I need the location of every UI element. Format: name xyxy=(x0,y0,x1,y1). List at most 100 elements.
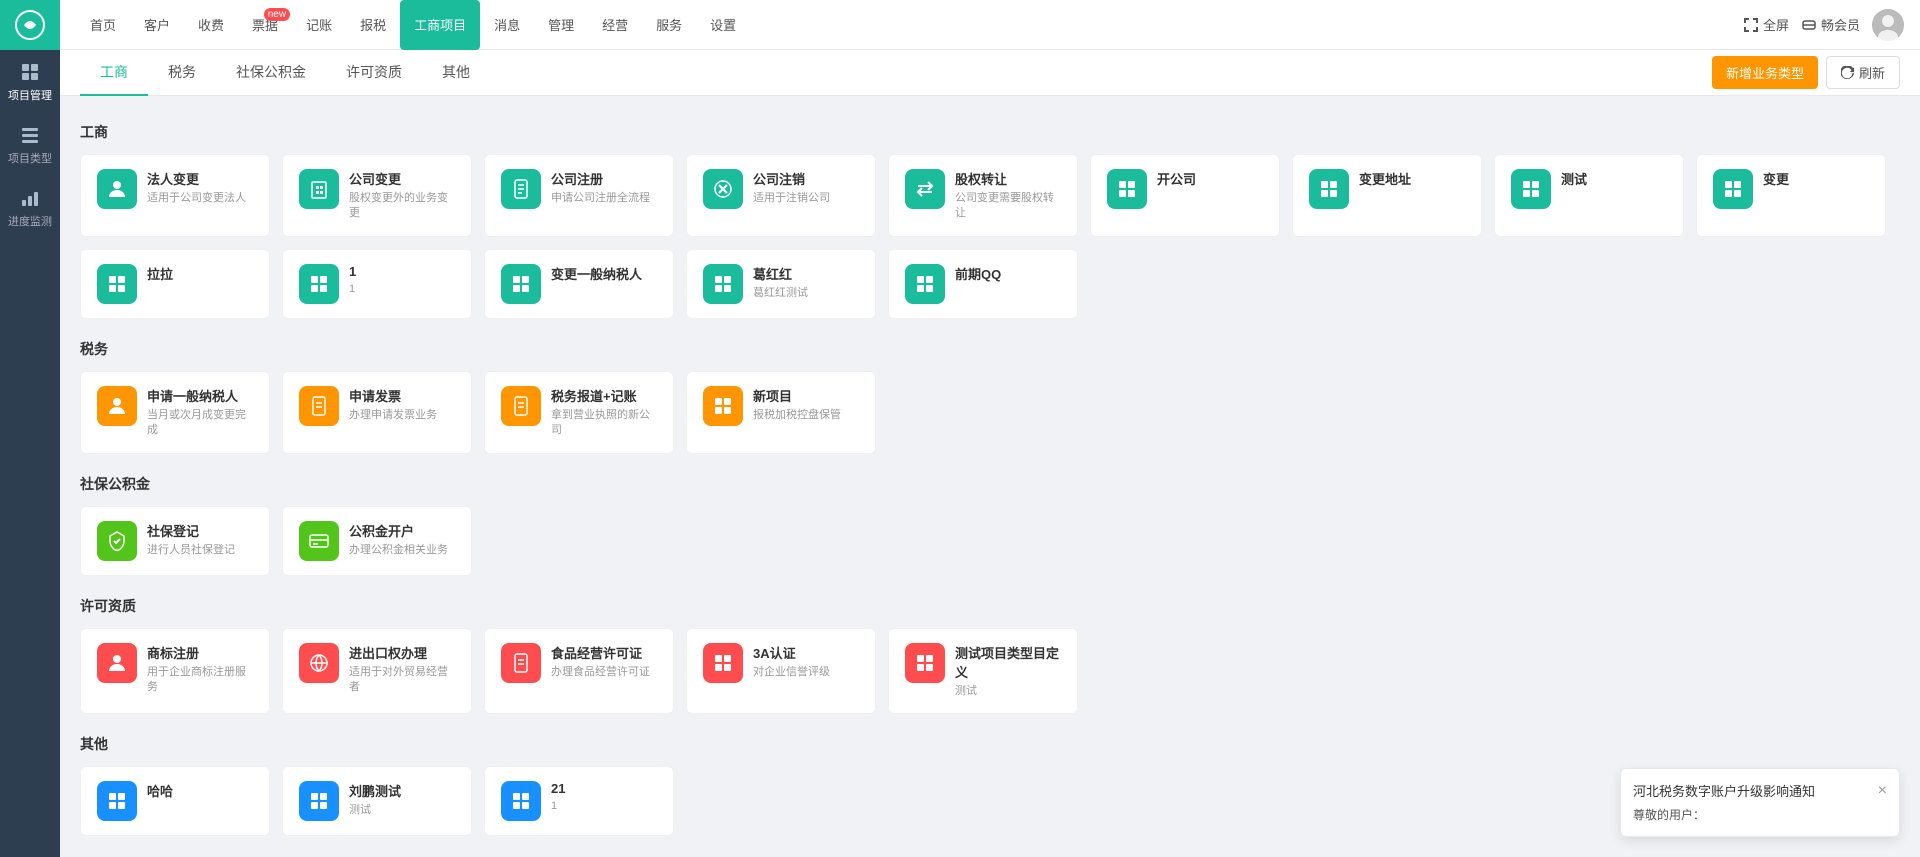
nav-settings[interactable]: 设置 xyxy=(696,0,750,50)
service-card-3a-cert[interactable]: 3A认证 对企业信誉评级 xyxy=(686,628,876,714)
service-card-test[interactable]: 测试 xyxy=(1494,154,1684,237)
card-title-num1: 1 xyxy=(349,264,455,279)
tab-other[interactable]: 其他 xyxy=(422,50,490,96)
invoice-badge: new xyxy=(264,8,290,21)
service-card-company-register[interactable]: 公司注册 申请公司注册全流程 xyxy=(484,154,674,237)
service-card-company-change[interactable]: 公司变更 股权变更外的业务变更 xyxy=(282,154,472,237)
tab-xuke[interactable]: 许可资质 xyxy=(326,50,422,96)
card-icon-social-register xyxy=(97,521,137,561)
service-card-open-company[interactable]: 开公司 xyxy=(1090,154,1280,237)
sidebar-item-progress-monitor[interactable]: 进度监测 xyxy=(0,176,60,239)
sidebar-item-project-type[interactable]: 项目类型 xyxy=(0,113,60,176)
card-desc-apply-invoice: 办理申请发票业务 xyxy=(349,408,455,423)
card-icon-gehonghong xyxy=(703,264,743,304)
service-card-change-taxpayer[interactable]: 变更一般纳税人 xyxy=(484,249,674,319)
service-card-equity-transfer[interactable]: 股权转让 公司变更需要股权转让 xyxy=(888,154,1078,237)
nav-customer[interactable]: 客户 xyxy=(130,0,184,50)
tab-shebao[interactable]: 社保公积金 xyxy=(216,50,326,96)
service-card-lala[interactable]: 拉拉 xyxy=(80,249,270,319)
new-type-button[interactable]: 新增业务类型 xyxy=(1712,56,1818,89)
notification-close-button[interactable]: × xyxy=(1878,782,1887,800)
section-xuke-title: 许可资质 xyxy=(80,596,1900,616)
tab-gongshang[interactable]: 工商 xyxy=(80,50,148,96)
service-card-import-export[interactable]: 进出口权办理 适用于对外贸易经营者 xyxy=(282,628,472,714)
card-icon-test-type xyxy=(905,643,945,683)
nav-message[interactable]: 消息 xyxy=(480,0,534,50)
card-desc-new-project: 报税加税控盘保管 xyxy=(753,408,859,423)
service-card-tax-report-acc[interactable]: 税务报道+记账 拿到营业执照的新公司 xyxy=(484,371,674,454)
card-title-test-type: 测试项目类型目定义 xyxy=(955,643,1061,681)
card-icon-test xyxy=(1511,169,1551,209)
card-icon-apply-invoice xyxy=(299,386,339,426)
card-title-haha: 哈哈 xyxy=(147,781,253,800)
card-title-liupeng-test: 刘鹏测试 xyxy=(349,781,455,800)
nav-bizreg[interactable]: 工商项目 xyxy=(400,0,480,50)
card-title-open-company: 开公司 xyxy=(1157,169,1263,188)
card-title-change: 变更 xyxy=(1763,169,1869,188)
card-desc-fund-open: 办理公积金相关业务 xyxy=(349,543,455,558)
card-title-food-permit: 食品经营许可证 xyxy=(551,643,657,662)
sidebar: 项目管理 项目类型 进度监测 xyxy=(0,0,60,857)
service-card-company-cancel[interactable]: 公司注销 适用于注销公司 xyxy=(686,154,876,237)
nav-home[interactable]: 首页 xyxy=(76,0,130,50)
card-title-new-project: 新项目 xyxy=(753,386,859,405)
card-icon-num21 xyxy=(501,781,541,821)
service-card-trademark[interactable]: 商标注册 用于企业商标注册服务 xyxy=(80,628,270,714)
card-icon-fund-open xyxy=(299,521,339,561)
tab-shuiwu[interactable]: 税务 xyxy=(148,50,216,96)
service-card-haha[interactable]: 哈哈 xyxy=(80,766,270,836)
avatar[interactable] xyxy=(1872,9,1904,41)
card-title-num21: 21 xyxy=(551,781,657,796)
card-icon-liupeng-test xyxy=(299,781,339,821)
service-card-qianqi-qq[interactable]: 前期QQ xyxy=(888,249,1078,319)
member-btn[interactable]: 畅会员 xyxy=(1801,15,1860,34)
shuiwu-cards: 申请一般纳税人 当月或次月成变更完成 申请发票 办理申请发票业务 税务报道+记账… xyxy=(80,371,1900,454)
service-card-food-permit[interactable]: 食品经营许可证 办理食品经营许可证 xyxy=(484,628,674,714)
service-card-num1[interactable]: 1 1 xyxy=(282,249,472,319)
nav-service[interactable]: 服务 xyxy=(642,0,696,50)
nav-manage[interactable]: 管理 xyxy=(534,0,588,50)
sidebar-item-project-mgmt[interactable]: 项目管理 xyxy=(0,50,60,113)
service-card-new-project[interactable]: 新项目 报税加税控盘保管 xyxy=(686,371,876,454)
member-label: 畅会员 xyxy=(1821,15,1860,34)
service-card-gehonghong[interactable]: 葛红红 葛红红测试 xyxy=(686,249,876,319)
card-desc-equity-transfer: 公司变更需要股权转让 xyxy=(955,191,1061,222)
service-card-liupeng-test[interactable]: 刘鹏测试 测试 xyxy=(282,766,472,836)
fullscreen-btn[interactable]: 全屏 xyxy=(1743,15,1789,34)
card-icon-company-change xyxy=(299,169,339,209)
card-title-company-register: 公司注册 xyxy=(551,169,657,188)
card-desc-liupeng-test: 测试 xyxy=(349,803,455,818)
nav-accounting[interactable]: 记账 xyxy=(292,0,346,50)
grid-icon xyxy=(18,60,42,84)
card-title-trademark: 商标注册 xyxy=(147,643,253,662)
card-title-company-change: 公司变更 xyxy=(349,169,455,188)
card-icon-equity-transfer xyxy=(905,169,945,209)
nav-operation[interactable]: 经营 xyxy=(588,0,642,50)
sub-content: 工商 税务 社保公积金 许可资质 其他 新增业务类型 刷新 工商 xyxy=(60,50,1920,857)
content-area: 工商 税务 社保公积金 许可资质 其他 新增业务类型 刷新 工商 xyxy=(60,50,1920,857)
card-title-import-export: 进出口权办理 xyxy=(349,643,455,662)
notification-header: 河北税务数字账户升级影响通知 × xyxy=(1633,781,1887,800)
nav-tax[interactable]: 报税 xyxy=(346,0,400,50)
refresh-button[interactable]: 刷新 xyxy=(1826,56,1900,89)
card-desc-trademark: 用于企业商标注册服务 xyxy=(147,665,253,696)
nav-billing[interactable]: 收费 xyxy=(184,0,238,50)
card-title-equity-transfer: 股权转让 xyxy=(955,169,1061,188)
service-card-legal-change[interactable]: 法人变更 适用于公司变更法人 xyxy=(80,154,270,237)
nav-invoice[interactable]: 票据 new xyxy=(238,0,292,50)
service-card-num21[interactable]: 21 1 xyxy=(484,766,674,836)
service-card-change[interactable]: 变更 xyxy=(1696,154,1886,237)
service-card-change-address[interactable]: 变更地址 xyxy=(1292,154,1482,237)
card-icon-new-project xyxy=(703,386,743,426)
card-title-lala: 拉拉 xyxy=(147,264,253,283)
shebao-cards: 社保登记 进行人员社保登记 公积金开户 办理公积金相关业务 xyxy=(80,506,1900,576)
service-card-fund-open[interactable]: 公积金开户 办理公积金相关业务 xyxy=(282,506,472,576)
service-card-social-register[interactable]: 社保登记 进行人员社保登记 xyxy=(80,506,270,576)
card-title-social-register: 社保登记 xyxy=(147,521,253,540)
service-card-apply-invoice[interactable]: 申请发票 办理申请发票业务 xyxy=(282,371,472,454)
service-card-test-type[interactable]: 测试项目类型目定义 测试 xyxy=(888,628,1078,714)
card-icon-lala xyxy=(97,264,137,304)
service-card-apply-taxpayer[interactable]: 申请一般纳税人 当月或次月成变更完成 xyxy=(80,371,270,454)
card-title-company-cancel: 公司注销 xyxy=(753,169,859,188)
page-content: 工商 法人变更 适用于公司变更法人 公司变更 股权变更外的业务变更 xyxy=(60,96,1920,857)
